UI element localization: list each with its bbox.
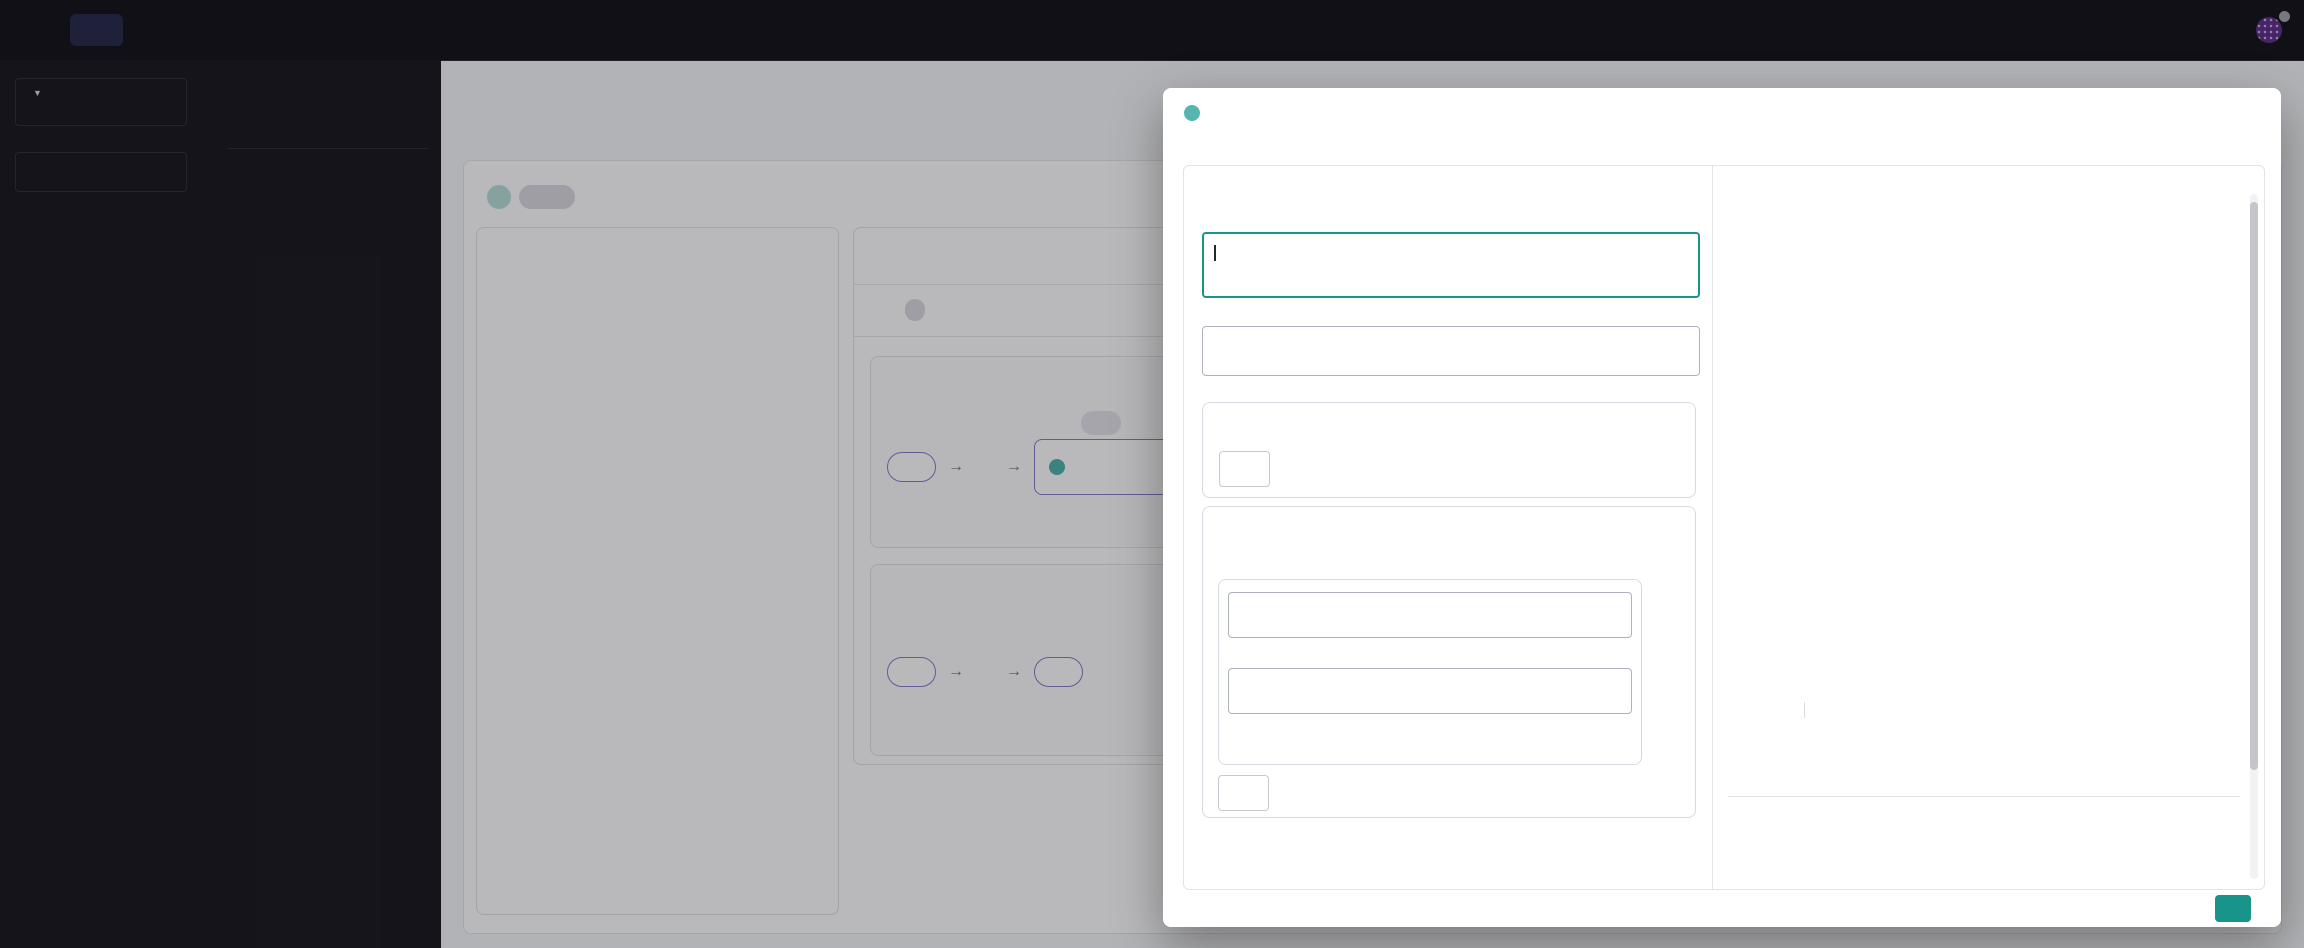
- dialog-body: [1183, 165, 2265, 890]
- divider: [1728, 796, 2240, 797]
- path-pattern-field[interactable]: [1228, 592, 1632, 638]
- shield-icon: [1187, 108, 1197, 118]
- warning-box: [1728, 702, 2240, 718]
- blacklist-add-button[interactable]: [1218, 775, 1269, 811]
- remove-rule-icon[interactable]: [1647, 649, 1665, 667]
- resource-filtering-dialog: [1163, 88, 2281, 927]
- chevron-down-icon[interactable]: [1653, 525, 1669, 541]
- methods-select[interactable]: [1228, 668, 1632, 714]
- resize-handle-icon[interactable]: [1682, 281, 1693, 292]
- rule-card: [1218, 579, 1642, 765]
- chevron-down-icon[interactable]: [1653, 421, 1669, 437]
- description-field[interactable]: [1202, 232, 1700, 298]
- plus-icon: [1234, 463, 1247, 476]
- whitelist-add-button[interactable]: [1219, 451, 1270, 487]
- dialog-footer: [1163, 890, 2281, 927]
- close-icon[interactable]: [2237, 100, 2255, 118]
- plus-icon: [1233, 787, 1246, 800]
- caret-down-icon: [1607, 685, 1621, 699]
- blacklist-section: [1202, 506, 1696, 818]
- whitelist-section: [1202, 402, 1696, 498]
- divider: [1712, 166, 1713, 889]
- description-textarea[interactable]: [1214, 240, 1688, 290]
- warning-text: [1804, 702, 1821, 718]
- save-button[interactable]: [2215, 895, 2251, 922]
- trigger-condition-field[interactable]: [1202, 326, 1700, 376]
- policy-icon: [1184, 105, 1200, 121]
- warning-label: [1728, 702, 1792, 718]
- scrollbar-thumb[interactable]: [2250, 202, 2258, 770]
